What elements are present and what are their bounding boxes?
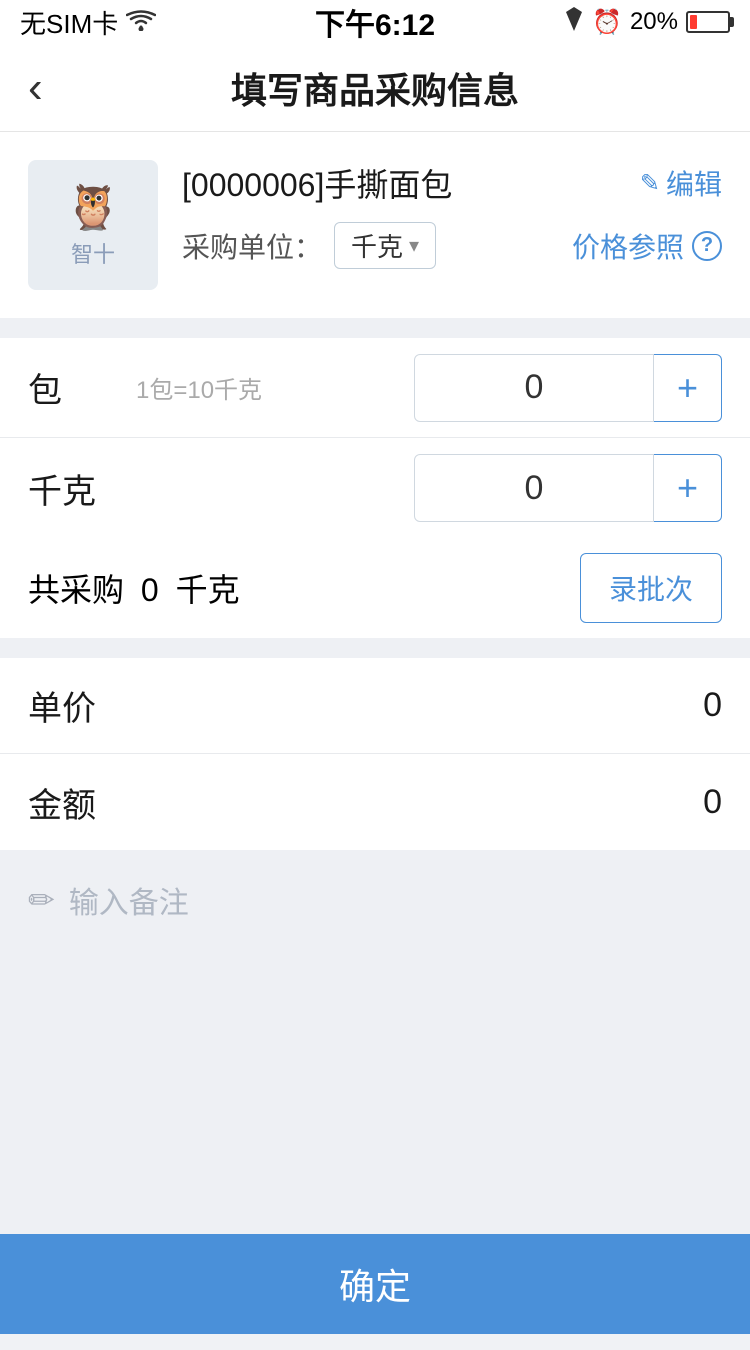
edit-icon: ✎ <box>640 169 660 198</box>
status-bar: 无SIM卡 下午6:12 ⏰ 20% <box>0 0 750 44</box>
alarm-icon: ⏰ <box>592 8 622 37</box>
amount-label: 金额 <box>28 778 96 827</box>
product-icon: 🦉 <box>66 181 121 233</box>
summary-row: 共采购 0 千克 录批次 <box>0 538 750 638</box>
bottom-area <box>0 950 750 1250</box>
product-card: 🦉 智十 [0000006]手撕面包 ✎ 编辑 采购单位： 千克 ▾ <box>0 132 750 318</box>
info-section: 单价 0 金额 0 <box>0 658 750 850</box>
product-name: [0000006]手撕面包 <box>182 160 452 206</box>
page-title: 填写商品采购信息 <box>231 62 519 114</box>
price-ref-button[interactable]: 价格参照 ? <box>572 226 722 266</box>
edit-label: 编辑 <box>666 163 722 203</box>
input-control-kg: + <box>414 454 722 522</box>
unit-price-label: 单价 <box>28 681 96 730</box>
price-ref-icon: ? <box>692 231 722 261</box>
input-control-bag: + <box>414 354 722 422</box>
remark-placeholder: 输入备注 <box>69 878 189 922</box>
product-image: 🦉 智十 <box>28 160 158 290</box>
kg-plus-button[interactable]: + <box>654 454 722 522</box>
location-icon <box>564 7 584 38</box>
pencil-icon: ✏ <box>28 881 55 919</box>
amount-value: 0 <box>703 783 722 822</box>
summary-text: 共采购 0 千克 <box>28 565 240 611</box>
product-icon-label: 智十 <box>71 237 115 269</box>
wifi-icon <box>126 7 156 38</box>
price-ref-label: 价格参照 <box>572 226 684 266</box>
input-label-kg: 千克 <box>28 464 128 513</box>
bag-plus-button[interactable]: + <box>654 354 722 422</box>
divider-1 <box>0 318 750 338</box>
status-time: 下午6:12 <box>315 0 435 44</box>
unit-value: 千克 <box>351 227 403 264</box>
unit-label: 采购单位： 千克 ▾ <box>182 222 436 269</box>
input-section: 包 1包=10千克 + 千克 + <box>0 338 750 538</box>
summary-prefix: 共采购 <box>28 572 124 608</box>
info-row-amount: 金额 0 <box>0 754 750 850</box>
remark-section[interactable]: ✏ 输入备注 <box>0 850 750 950</box>
status-left: 无SIM卡 <box>20 4 156 41</box>
product-header: [0000006]手撕面包 ✎ 编辑 <box>182 160 722 206</box>
summary-suffix: 千克 <box>176 572 240 608</box>
unit-select[interactable]: 千克 ▾ <box>334 222 436 269</box>
battery-percent: 20% <box>630 8 678 36</box>
edit-button[interactable]: ✎ 编辑 <box>640 163 722 203</box>
nav-bar: ‹ 填写商品采购信息 <box>0 44 750 132</box>
divider-2 <box>0 638 750 658</box>
input-label-bag: 包 <box>28 363 128 412</box>
confirm-button[interactable]: 确定 <box>0 1234 750 1334</box>
info-row-unit-price: 单价 0 <box>0 658 750 754</box>
input-row-bag: 包 1包=10千克 + <box>0 338 750 438</box>
battery-icon <box>686 11 730 33</box>
product-info: [0000006]手撕面包 ✎ 编辑 采购单位： 千克 ▾ 价格参照 ? <box>182 160 722 269</box>
back-button[interactable]: ‹ <box>28 66 43 110</box>
bag-quantity-input[interactable] <box>414 354 654 422</box>
carrier-text: 无SIM卡 <box>20 4 118 41</box>
record-batch-button[interactable]: 录批次 <box>580 553 722 623</box>
summary-section: 共采购 0 千克 录批次 <box>0 538 750 638</box>
unit-price-value: 0 <box>703 686 722 725</box>
kg-quantity-input[interactable] <box>414 454 654 522</box>
input-sublabel-bag: 1包=10千克 <box>136 370 262 405</box>
input-row-kg: 千克 + <box>0 438 750 538</box>
summary-value: 0 <box>141 572 159 608</box>
dropdown-arrow-icon: ▾ <box>409 233 419 258</box>
status-right: ⏰ 20% <box>564 7 730 38</box>
product-unit-row: 采购单位： 千克 ▾ 价格参照 ? <box>182 222 722 269</box>
